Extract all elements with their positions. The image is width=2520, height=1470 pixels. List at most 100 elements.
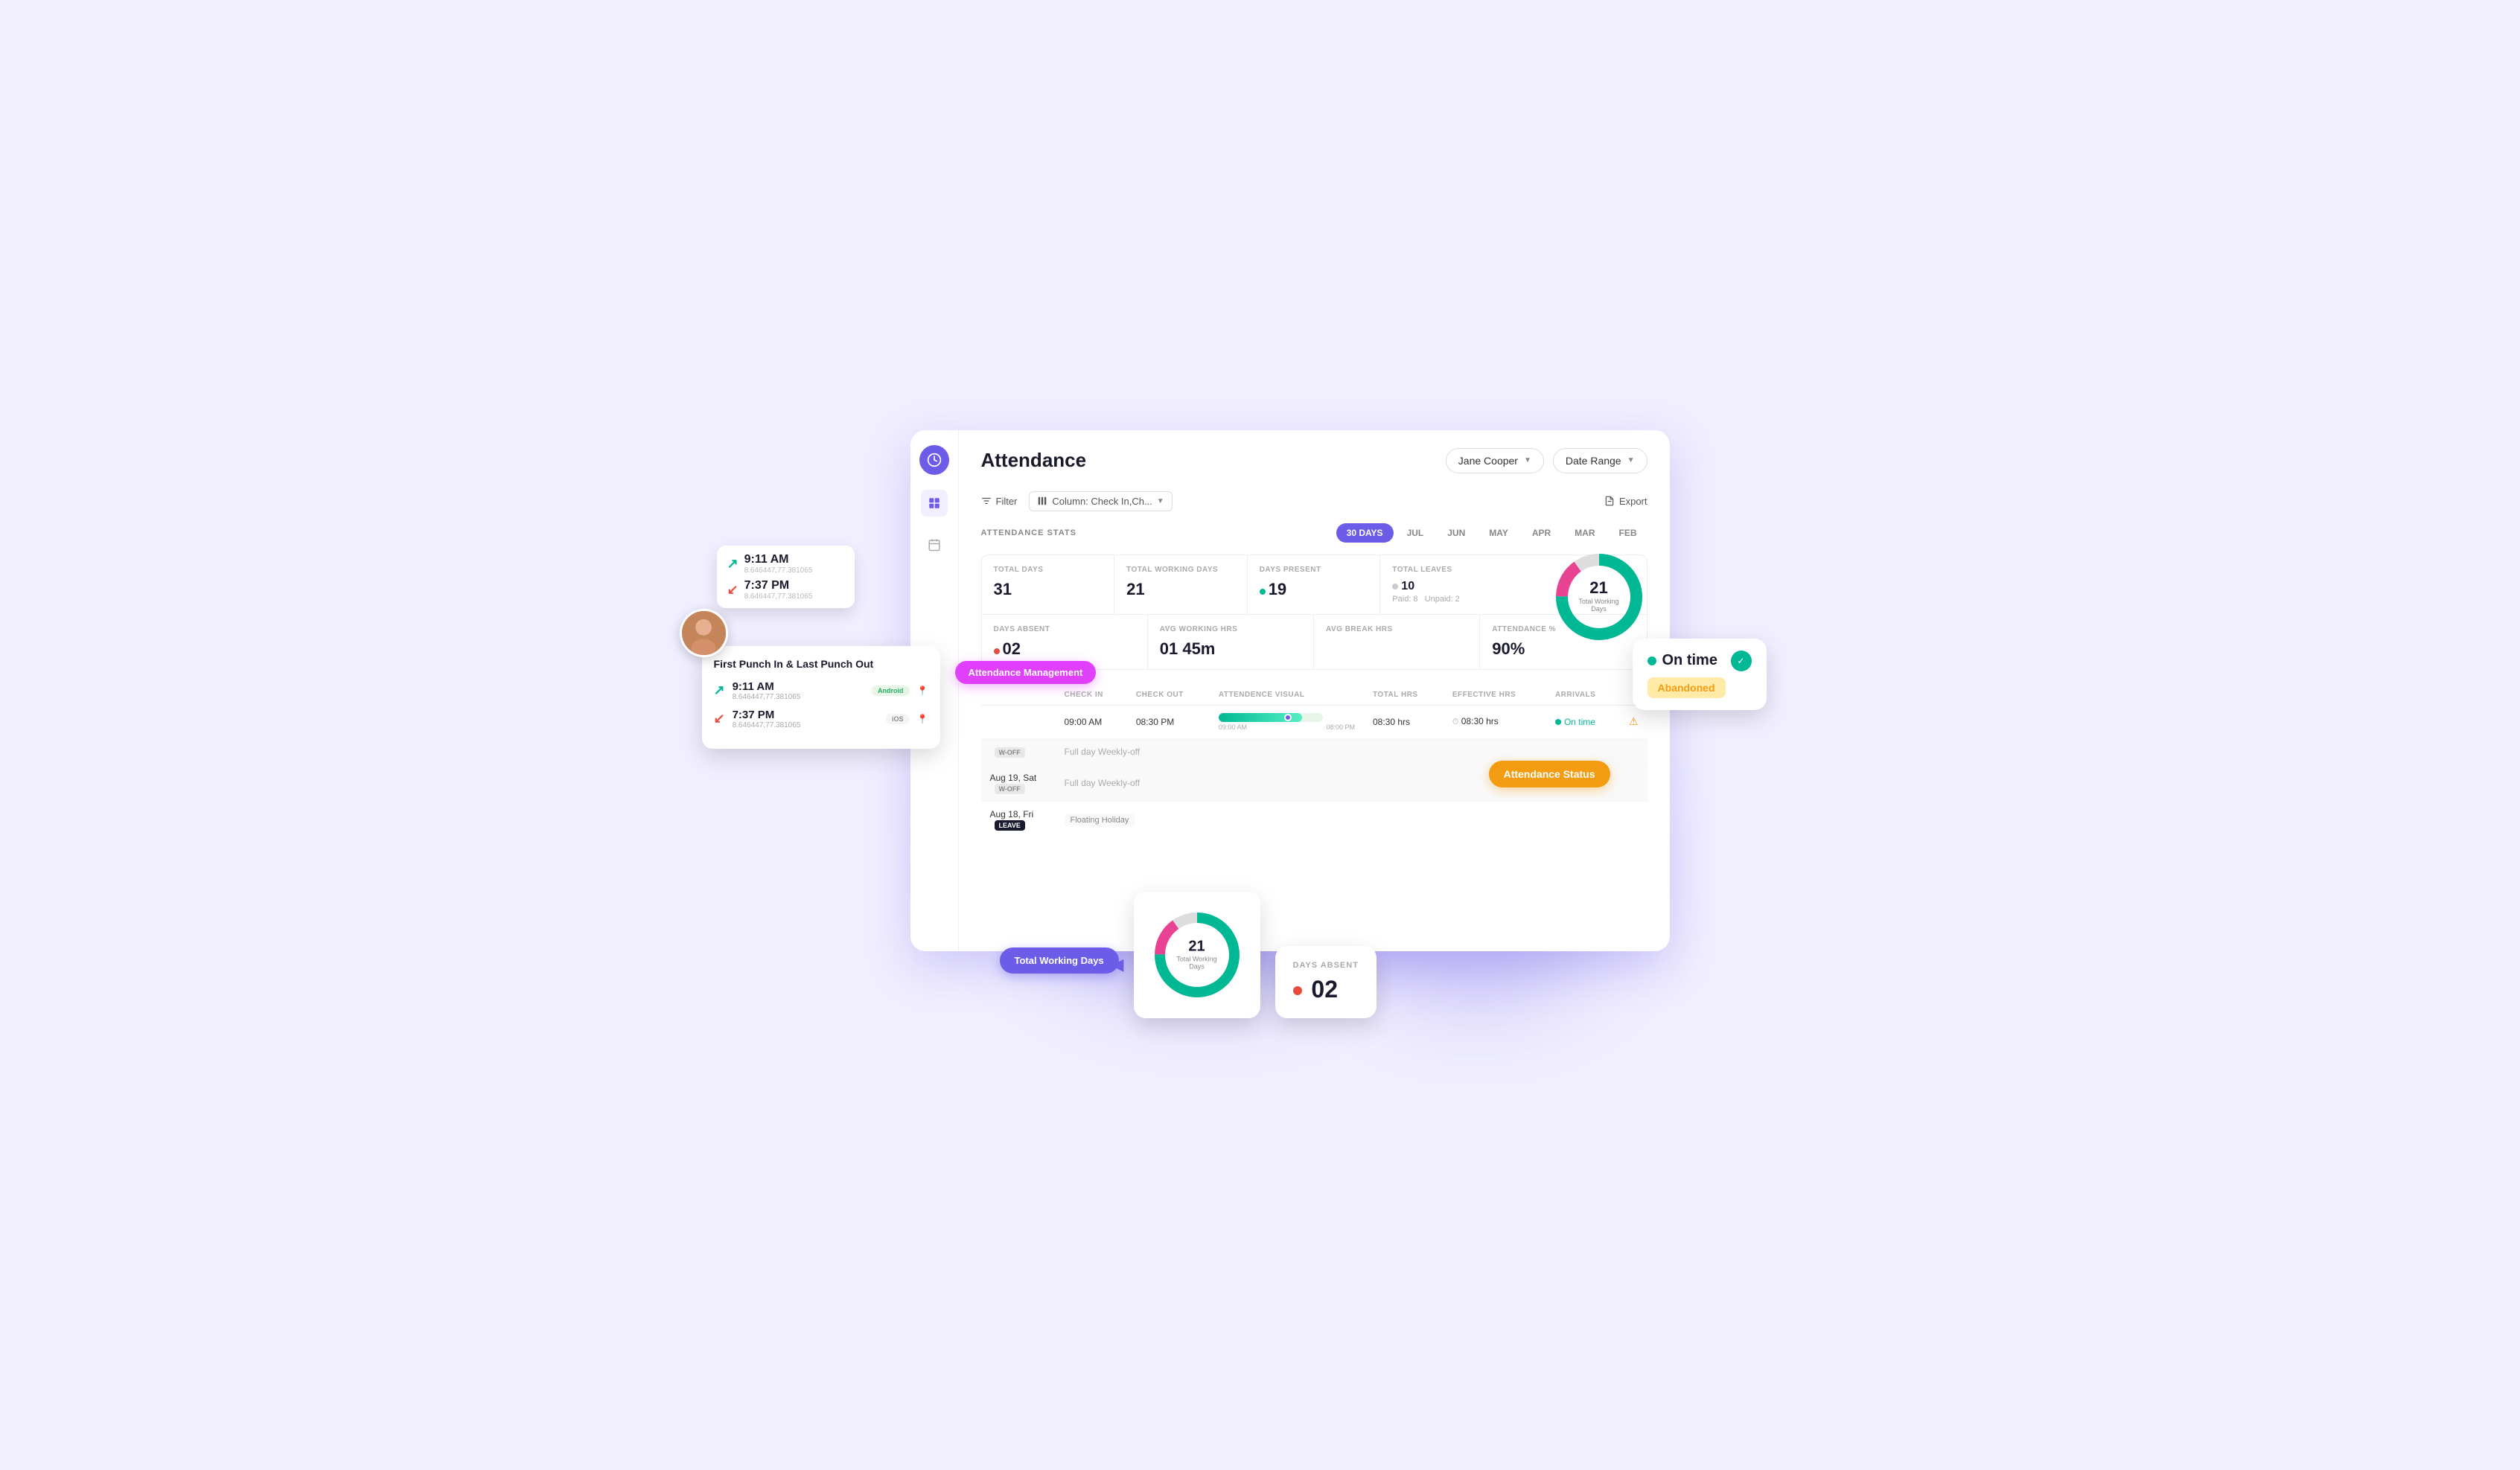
- col-date: [981, 685, 1056, 706]
- cell-checkin: 09:00 AM: [1056, 705, 1127, 738]
- donut-chart-container: 21 Total Working Days: [1551, 549, 1647, 645]
- col-effective-hrs: EFFECTIVE HRS: [1444, 685, 1546, 706]
- punch-in-coords: 8.646447,77.381065: [733, 693, 864, 701]
- donut-center: 21 Total Working Days: [1575, 580, 1623, 614]
- mini-in-time: 9:11 AM: [744, 553, 813, 566]
- location-icon-1: 📍: [917, 686, 928, 696]
- sidebar-icon-grid[interactable]: [921, 490, 948, 517]
- punch-out-time: 7:37 PM: [733, 709, 878, 721]
- on-time-status-dot: [1647, 656, 1656, 665]
- w-off-badge: W-OFF: [995, 747, 1025, 758]
- col-checkin: CHECK IN: [1056, 685, 1127, 706]
- green-dot: [1260, 589, 1266, 595]
- total-days-value: 31: [994, 580, 1103, 599]
- cell-floating-holiday: Floating Holiday: [1056, 801, 1647, 837]
- col-visual: ATTENDENCE VISUAL: [1210, 685, 1364, 706]
- column-label: Column: Check In,Ch...: [1052, 496, 1152, 507]
- punch-in-icon: ↗: [727, 556, 739, 572]
- tab-jun[interactable]: JUN: [1437, 523, 1476, 543]
- cell-visual: 09:00 AM 08:00 PM: [1210, 705, 1364, 738]
- abandoned-badge: Abandoned: [1647, 677, 1752, 698]
- mini-out-coords: 8.646447,77.381065: [744, 592, 813, 601]
- page-title: Attendance: [981, 449, 1087, 472]
- stat-avg-working-hrs: Avg Working Hrs 01 45m: [1148, 615, 1314, 669]
- punch-out-arrow: ↙: [714, 711, 725, 726]
- total-leaves-value: 10: [1392, 580, 1502, 593]
- user-selector-button[interactable]: Jane Cooper ▼: [1446, 448, 1544, 473]
- total-working-days-value: 21: [1126, 580, 1235, 599]
- cell-total-hrs: 08:30 hrs: [1364, 705, 1444, 738]
- days-present-value: 19: [1260, 580, 1368, 599]
- progress-labels: 09:00 AM 08:00 PM: [1219, 723, 1355, 731]
- stat-avg-break-hrs: Avg Break Hrs: [1314, 615, 1480, 669]
- stat-days-present: Days Present 19: [1248, 555, 1381, 614]
- punch-card-title: First Punch In & Last Punch Out: [714, 658, 928, 670]
- col-arrivals: ARRIVALS: [1546, 685, 1620, 706]
- on-time-text: On time: [1647, 652, 1717, 669]
- tab-30days[interactable]: 30 DAYS: [1336, 523, 1394, 543]
- on-time-card: On time ✓ Abandoned: [1633, 639, 1767, 710]
- bottom-donut-number: 21: [1173, 938, 1221, 955]
- leave-badge: LEAVE: [995, 820, 1025, 831]
- export-button[interactable]: Export: [1604, 496, 1647, 507]
- bottom-donut-card: 21 Total Working Days ◀: [1134, 892, 1260, 1018]
- punch-out-icon: ↙: [727, 582, 739, 598]
- cell-effective-hrs: ⏱ 08:30 hrs: [1444, 705, 1546, 738]
- mini-out-time: 7:37 PM: [744, 579, 813, 592]
- date-range-label: Date Range: [1566, 455, 1621, 467]
- time-mini-card: ↗ 9:11 AM 8.646447,77.381065 ↙ 7:37 PM 8…: [717, 546, 855, 608]
- tab-mar[interactable]: MAR: [1564, 523, 1605, 543]
- warning-icon: ⚠: [1629, 715, 1639, 727]
- w-off-badge-2: W-OFF: [995, 784, 1025, 794]
- donut-chart: 21 Total Working Days: [1551, 549, 1647, 645]
- check-circle: ✓: [1731, 651, 1752, 671]
- filter-button[interactable]: Filter: [981, 496, 1018, 507]
- date-range-button[interactable]: Date Range ▼: [1553, 448, 1647, 473]
- cell-date-2: W-OFF: [981, 738, 1056, 764]
- avatar: [680, 609, 728, 657]
- progress-dot: [1284, 714, 1292, 721]
- punch-in-time: 9:11 AM: [733, 680, 864, 693]
- export-label: Export: [1619, 496, 1647, 507]
- main-card: Attendance Jane Cooper ▼ Date Range ▼: [910, 430, 1670, 951]
- donut-number: 21: [1575, 580, 1623, 596]
- date-tabs: 30 DAYS JUL JUN MAY APR MAR FEB: [1336, 523, 1647, 543]
- sidebar-logo: [919, 445, 949, 475]
- tab-apr[interactable]: APR: [1522, 523, 1561, 543]
- cell-date-3: Aug 19, Sat W-OFF: [981, 764, 1056, 801]
- floating-holiday-badge: Floating Holiday: [1065, 814, 1135, 827]
- cell-date: [981, 705, 1056, 738]
- stats-section-label: Attendance Stats: [981, 528, 1076, 537]
- punch-in-arrow: ↗: [714, 683, 725, 698]
- absent-red-dot: [1293, 986, 1302, 995]
- col-checkout: CHECK OUT: [1127, 685, 1210, 706]
- stat-total-leaves: Total Leaves 10 Paid: 8 Unpaid: 2: [1380, 555, 1513, 614]
- tab-may[interactable]: MAY: [1478, 523, 1519, 543]
- abandoned-text: Abandoned: [1647, 677, 1726, 698]
- on-time-dot: [1555, 719, 1561, 725]
- tab-feb[interactable]: FEB: [1609, 523, 1647, 543]
- on-time-row: On time ✓: [1647, 651, 1752, 671]
- days-absent-card-label: Days Absent: [1293, 961, 1359, 970]
- check-icon: ✓: [1737, 656, 1744, 666]
- stats-section-header: Attendance Stats 30 DAYS JUL JUN MAY APR…: [981, 523, 1647, 543]
- days-absent-card: Days Absent 02: [1275, 946, 1377, 1018]
- stat-total-days: Total Days 31: [982, 555, 1115, 614]
- leaves-sub: Paid: 8 Unpaid: 2: [1392, 595, 1502, 604]
- bottom-donut-chart: 21 Total Working Days: [1149, 907, 1245, 1003]
- red-dot: [994, 648, 1000, 654]
- selected-user: Jane Cooper: [1458, 455, 1518, 467]
- sidebar-icon-calendar[interactable]: [921, 531, 948, 558]
- column-button[interactable]: Column: Check In,Ch... ▼: [1029, 491, 1172, 511]
- toolbar: Filter Column: Check In,Ch... ▼ Export: [981, 491, 1647, 511]
- tab-jul[interactable]: JUL: [1397, 523, 1435, 543]
- chevron-down-icon: ▼: [1524, 456, 1531, 464]
- android-badge: Android: [872, 686, 910, 696]
- mini-in-coords: 8.646447,77.381065: [744, 566, 813, 575]
- table-row: 09:00 AM 08:30 PM 09:00 AM 08:00 PM: [981, 705, 1647, 738]
- stat-total-working-days: Total Working Days 21: [1114, 555, 1248, 614]
- header-controls: Jane Cooper ▼ Date Range ▼: [1446, 448, 1647, 473]
- punch-card: First Punch In & Last Punch Out ↗ 9:11 A…: [702, 646, 940, 749]
- total-working-days-button[interactable]: Total Working Days: [1000, 947, 1119, 974]
- cell-checkout: 08:30 PM: [1127, 705, 1210, 738]
